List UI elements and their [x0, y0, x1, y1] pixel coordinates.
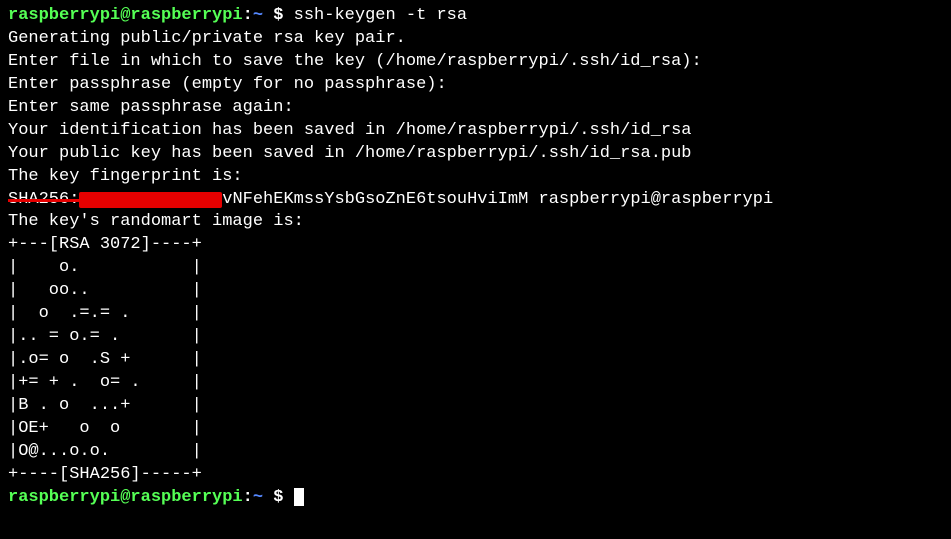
fingerprint-redacted-prefix: SHA256: [8, 189, 79, 212]
output-line: Generating public/private rsa key pair. [8, 28, 943, 51]
prompt-line-1: raspberrypi@raspberrypi:~ $ ssh-keygen -… [8, 5, 943, 28]
prompt-path: ~ [253, 6, 263, 25]
randomart-line: |+= + . o= . | [8, 372, 943, 395]
prompt-user-host: raspberrypi@raspberrypi [8, 6, 243, 25]
fingerprint-visible: vNFehEKmssYsbGsoZnE6tsouHviImM raspberry… [222, 190, 773, 209]
output-line: The key's randomart image is: [8, 211, 943, 234]
cursor-block [294, 488, 304, 506]
command-text: ssh-keygen -t rsa [294, 6, 467, 25]
randomart-line: |OE+ o o | [8, 418, 943, 441]
randomart-line: |B . o ...+ | [8, 395, 943, 418]
randomart-line: | o. | [8, 257, 943, 280]
randomart-line: |.o= o .S + | [8, 349, 943, 372]
randomart-line: +---[RSA 3072]----+ [8, 234, 943, 257]
output-line: Enter file in which to save the key (/ho… [8, 51, 943, 74]
prompt-line-2[interactable]: raspberrypi@raspberrypi:~ $ [8, 487, 943, 510]
prompt-path: ~ [253, 488, 263, 507]
terminal-output[interactable]: raspberrypi@raspberrypi:~ $ ssh-keygen -… [8, 5, 943, 510]
prompt-symbol: $ [263, 488, 294, 507]
output-line: Enter same passphrase again: [8, 97, 943, 120]
output-line: Your public key has been saved in /home/… [8, 143, 943, 166]
prompt-user-host: raspberrypi@raspberrypi [8, 488, 243, 507]
randomart-line: |O@...o.o. | [8, 441, 943, 464]
randomart-line: +----[SHA256]-----+ [8, 464, 943, 487]
prompt-separator: : [243, 488, 253, 507]
output-line: Enter passphrase (empty for no passphras… [8, 74, 943, 97]
prompt-symbol: $ [263, 6, 294, 25]
fingerprint-line: SHA256:XXXXXXXXXXXXXXvNFehEKmssYsbGsoZnE… [8, 189, 943, 212]
fingerprint-redacted-block: XXXXXXXXXXXXXX [79, 189, 222, 212]
output-line: Your identification has been saved in /h… [8, 120, 943, 143]
prompt-separator: : [243, 6, 253, 25]
randomart-line: | oo.. | [8, 280, 943, 303]
output-line: The key fingerprint is: [8, 166, 943, 189]
randomart-line: | o .=.= . | [8, 303, 943, 326]
randomart-line: |.. = o.= . | [8, 326, 943, 349]
